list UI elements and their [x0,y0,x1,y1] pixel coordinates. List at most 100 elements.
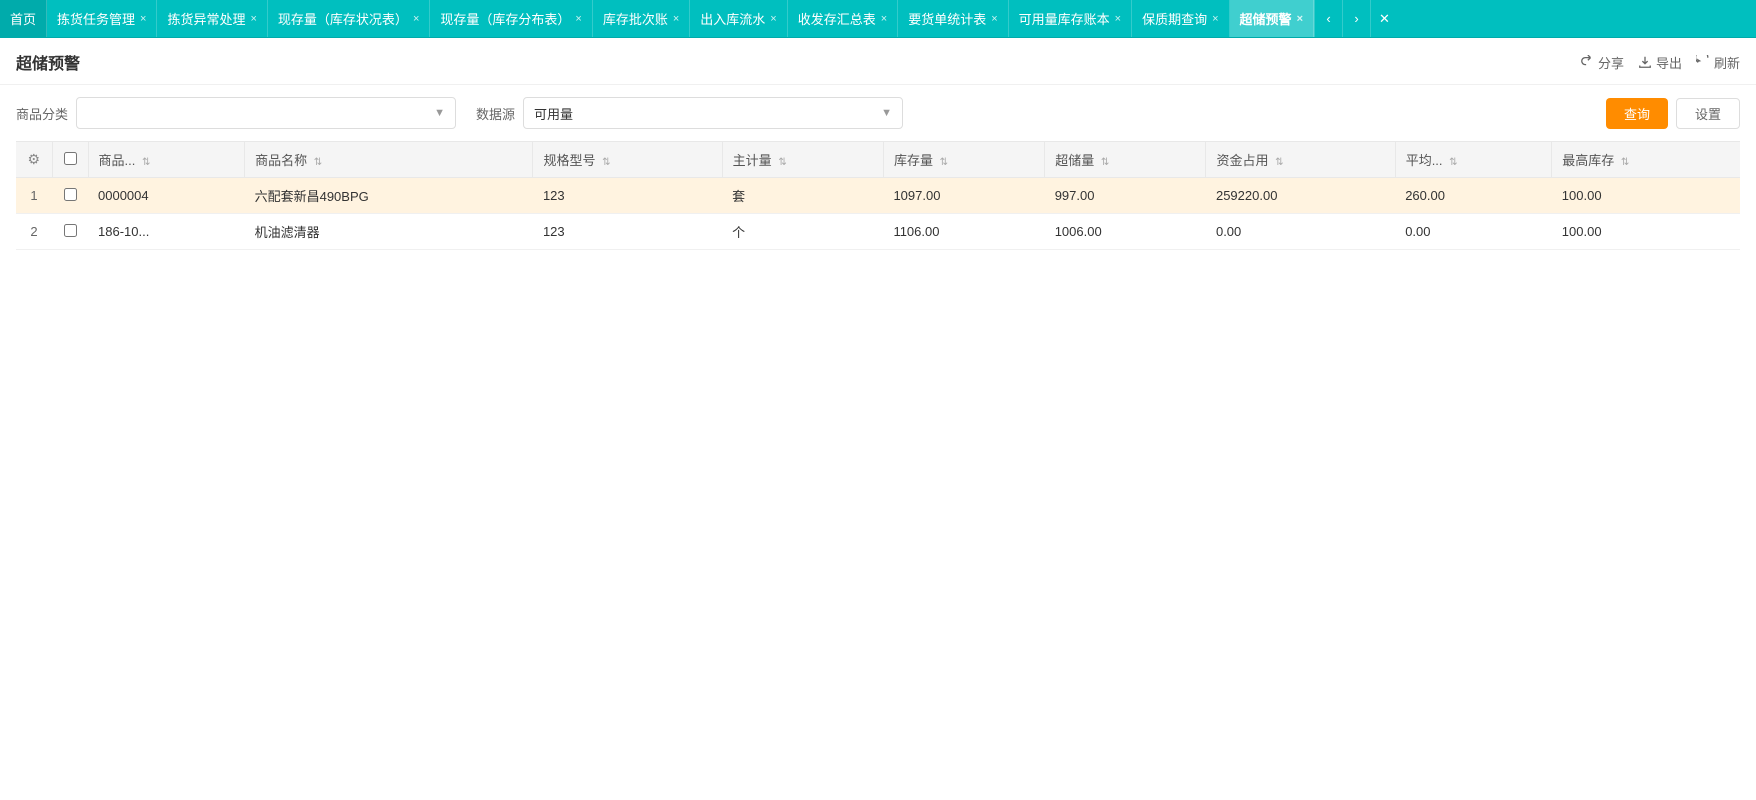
export-icon [1638,55,1652,69]
nav-batch-account[interactable]: 库存批次账 × [593,0,690,37]
category-select[interactable]: ▼ [76,97,456,129]
gear-icon[interactable]: ⚙ [27,151,40,167]
cell-capital: 0.00 [1206,214,1395,250]
nav-order-stats[interactable]: 要货单统计表 × [898,0,1008,37]
col-spec-label: 规格型号 [543,153,595,168]
nav-stock-dist[interactable]: 现存量（库存分布表） × [430,0,592,37]
close-icon[interactable]: × [1297,13,1303,25]
col-stock[interactable]: 库存量 ⇅ [883,142,1044,178]
close-icon[interactable]: × [673,13,679,25]
select-all-checkbox[interactable] [64,152,77,165]
header-actions: 分享 导出 刷新 [1580,53,1740,72]
col-product-code[interactable]: 商品... ⇅ [88,142,245,178]
row-checkbox-cell [52,178,88,214]
nav-summary[interactable]: 收发存汇总表 × [788,0,898,37]
nav-close-all-arrow[interactable]: ✕ [1370,0,1398,37]
col-spec[interactable]: 规格型号 ⇅ [533,142,722,178]
share-icon [1580,55,1594,69]
col-product-code-label: 商品... [99,153,136,168]
category-label: 商品分类 [16,104,68,123]
close-icon[interactable]: × [140,13,146,25]
refresh-icon [1696,55,1710,69]
cell-spec: 123 [533,178,722,214]
col-gear: ⚙ [16,142,52,178]
close-icon[interactable]: × [575,13,581,25]
cell-average: 260.00 [1395,178,1552,214]
cell-max-stock: 100.00 [1552,178,1740,214]
nav-overstock[interactable]: 超储预警 × [1230,0,1314,37]
table-container: ⚙ 商品... ⇅ 商品名称 ⇅ 规格型号 ⇅ 主计量 [0,141,1756,250]
top-navigation: 首页 拣货任务管理 × 拣货异常处理 × 现存量（库存状况表） × 现存量（库存… [0,0,1756,38]
cell-product-code: 186-10... [88,214,245,250]
col-product-name-label: 商品名称 [255,153,307,168]
col-max-stock-label: 最高库存 [1562,153,1614,168]
nav-home[interactable]: 首页 [0,0,47,37]
row-num: 2 [16,214,52,250]
cell-spec: 123 [533,214,722,250]
col-average[interactable]: 平均... ⇅ [1395,142,1552,178]
datasource-label: 数据源 [476,104,515,123]
chevron-down-icon: ▼ [434,107,445,119]
nav-prev-arrow[interactable]: ‹ [1314,0,1342,37]
nav-pick-task[interactable]: 拣货任务管理 × [47,0,157,37]
col-unit-label: 主计量 [733,153,772,168]
table-header-row: ⚙ 商品... ⇅ 商品名称 ⇅ 规格型号 ⇅ 主计量 [16,142,1740,178]
col-product-name[interactable]: 商品名称 ⇅ [245,142,533,178]
row-checkbox[interactable] [64,188,77,201]
col-capital-label: 资金占用 [1216,153,1268,168]
sort-icon: ⇅ [940,157,948,168]
refresh-button[interactable]: 刷新 [1696,53,1740,72]
close-icon[interactable]: × [991,13,997,25]
col-overstock[interactable]: 超储量 ⇅ [1045,142,1206,178]
row-checkbox-cell [52,214,88,250]
export-button[interactable]: 导出 [1638,53,1682,72]
nav-inout-flow[interactable]: 出入库流水 × [690,0,787,37]
col-capital[interactable]: 资金占用 ⇅ [1206,142,1395,178]
nav-shelf-life[interactable]: 保质期查询 × [1132,0,1229,37]
row-num: 1 [16,178,52,214]
nav-stock-status[interactable]: 现存量（库存状况表） × [268,0,430,37]
nav-available-stock[interactable]: 可用量库存账本 × [1009,0,1132,37]
col-average-label: 平均... [1406,153,1443,168]
cell-product-name: 六配套新昌490BPG [245,178,533,214]
cell-capital: 259220.00 [1206,178,1395,214]
cell-unit: 套 [722,178,883,214]
cell-stock: 1097.00 [883,178,1044,214]
cell-product-name: 机油滤清器 [245,214,533,250]
filter-buttons: 查询 设置 [1606,98,1740,129]
col-max-stock[interactable]: 最高库存 ⇅ [1552,142,1740,178]
sort-icon: ⇅ [602,157,610,168]
close-icon[interactable]: × [250,13,256,25]
share-button[interactable]: 分享 [1580,53,1624,72]
close-icon[interactable]: × [881,13,887,25]
page-header: 超储预警 分享 导出 刷新 [0,38,1756,85]
nav-next-arrow[interactable]: › [1342,0,1370,37]
col-checkbox [52,142,88,178]
row-checkbox[interactable] [64,224,77,237]
category-filter-group: 商品分类 ▼ [16,97,456,129]
sort-icon: ⇅ [1275,157,1283,168]
sort-icon: ⇅ [1621,157,1629,168]
close-icon[interactable]: × [770,13,776,25]
chevron-down-icon: ▼ [881,107,892,119]
table-row: 2 186-10... 机油滤清器 123 个 1106.00 1006.00 … [16,214,1740,250]
settings-button[interactable]: 设置 [1676,98,1740,129]
close-icon[interactable]: × [413,13,419,25]
sort-icon: ⇅ [142,157,150,168]
sort-icon: ⇅ [778,157,786,168]
datasource-value: 可用量 [534,104,573,123]
close-icon[interactable]: × [1212,13,1218,25]
sort-icon: ⇅ [314,157,322,168]
sort-icon: ⇅ [1101,157,1109,168]
query-button[interactable]: 查询 [1606,98,1668,129]
col-overstock-label: 超储量 [1055,153,1094,168]
cell-unit: 个 [722,214,883,250]
close-icon[interactable]: × [1115,13,1121,25]
datasource-filter-group: 数据源 可用量 ▼ [476,97,903,129]
nav-pick-exception[interactable]: 拣货异常处理 × [157,0,267,37]
cell-overstock: 1006.00 [1045,214,1206,250]
datasource-select[interactable]: 可用量 ▼ [523,97,903,129]
col-unit[interactable]: 主计量 ⇅ [722,142,883,178]
overstock-table: ⚙ 商品... ⇅ 商品名称 ⇅ 规格型号 ⇅ 主计量 [16,141,1740,250]
cell-average: 0.00 [1395,214,1552,250]
